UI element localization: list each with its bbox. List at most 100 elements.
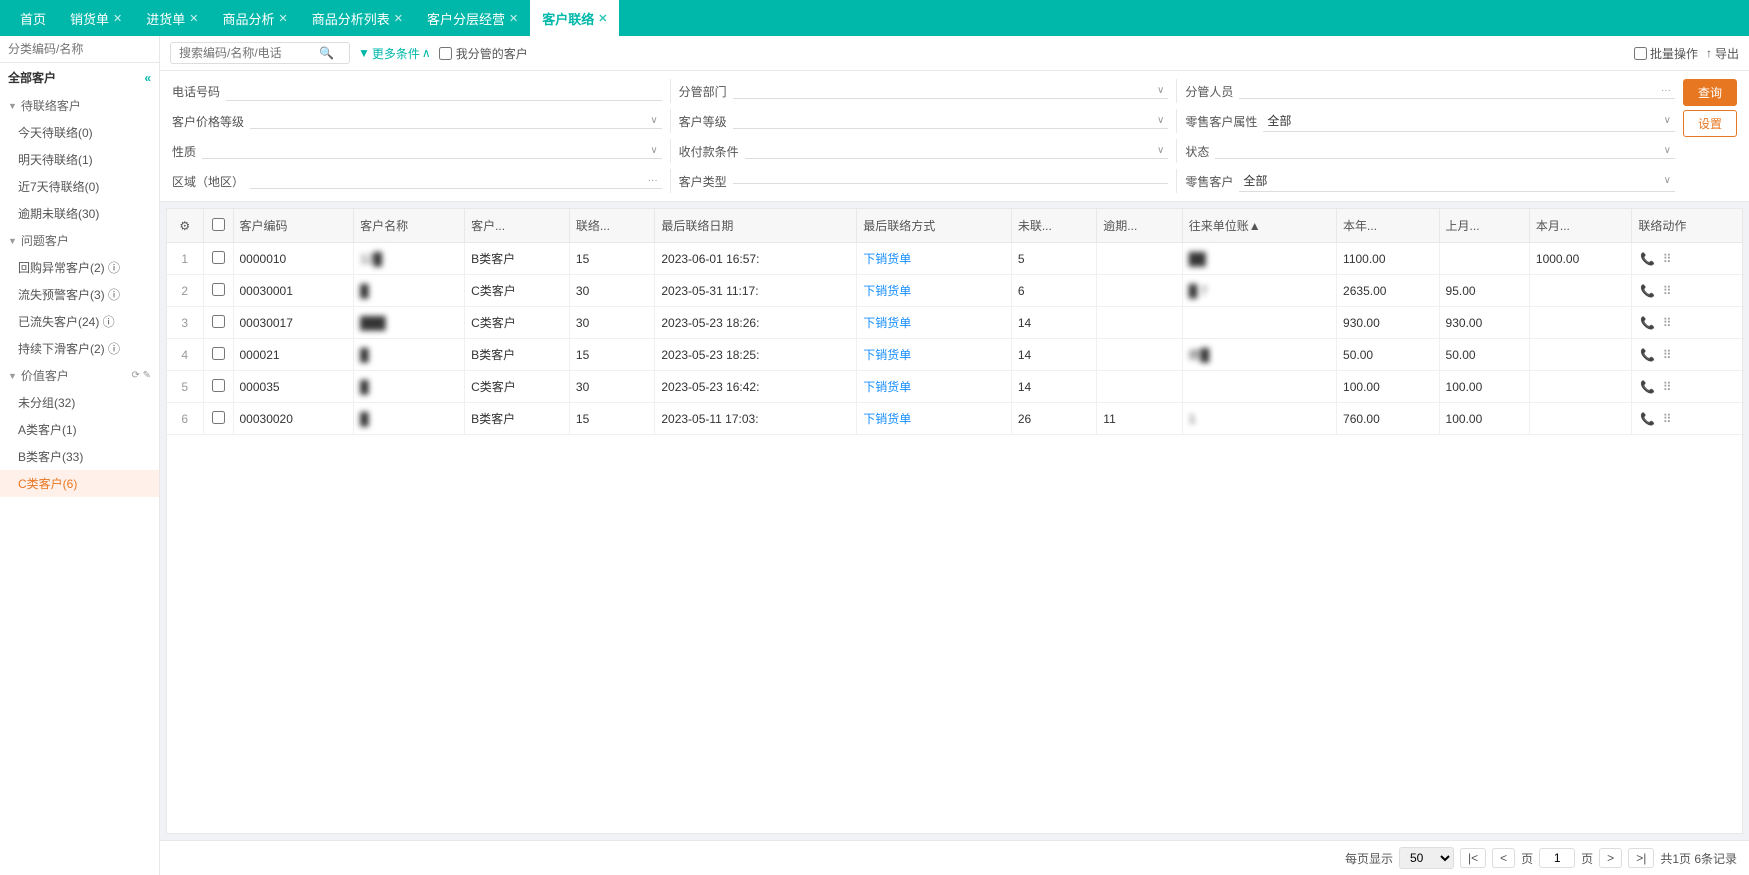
cell-last-month: 930.00 bbox=[1439, 307, 1529, 339]
filter-dept-select[interactable]: ∨ bbox=[733, 83, 1169, 99]
filter-person-select[interactable]: ··· bbox=[1239, 83, 1675, 99]
filter-status-select[interactable]: ∨ bbox=[1215, 143, 1675, 159]
cell-account: █ 7 bbox=[1182, 275, 1336, 307]
search-input[interactable] bbox=[179, 46, 319, 60]
nav-customer-contact[interactable]: 客户联络 ✕ bbox=[530, 0, 619, 36]
nav-customer-contact-close[interactable]: ✕ bbox=[598, 12, 607, 25]
batch-op-btn[interactable]: 批量操作 bbox=[1634, 45, 1698, 62]
filter-price-level-select[interactable]: ∨ bbox=[250, 113, 662, 129]
export-btn[interactable]: ↑ 导出 bbox=[1706, 45, 1739, 62]
sidebar-item-unclassified[interactable]: 未分组(32) bbox=[0, 389, 159, 416]
price-level-arrow: ∨ bbox=[650, 115, 657, 126]
sidebar-item-class-a[interactable]: A类客户(1) bbox=[0, 416, 159, 443]
sidebar-all-customers[interactable]: 全部客户 « bbox=[0, 63, 159, 92]
action-phone-icon[interactable]: 📞 bbox=[1640, 252, 1655, 266]
sidebar-item-class-c[interactable]: C类客户(6) bbox=[0, 470, 159, 497]
filter-more-label: 更多条件 bbox=[372, 45, 420, 62]
filter-payment-select[interactable]: ∨ bbox=[745, 143, 1169, 159]
last-method-link[interactable]: 下销货单 bbox=[863, 284, 911, 298]
page-number-input[interactable] bbox=[1539, 848, 1575, 868]
nav-sales-close[interactable]: ✕ bbox=[113, 12, 122, 25]
sidebar-search-input[interactable] bbox=[8, 42, 160, 56]
sidebar-item-tomorrow[interactable]: 明天待联络(1) bbox=[0, 146, 159, 173]
filter-phone-input[interactable] bbox=[226, 82, 662, 101]
filter-customer-level-select[interactable]: ∨ bbox=[733, 113, 1169, 129]
settings-icon[interactable]: ⚙ bbox=[179, 219, 190, 233]
row-checkbox[interactable] bbox=[212, 379, 225, 392]
cell-last-month: 95.00 bbox=[1439, 275, 1529, 307]
first-page-btn[interactable]: |< bbox=[1460, 848, 1486, 868]
filter-retail-attr-select[interactable]: 全部 ∨ bbox=[1263, 110, 1675, 132]
sidebar-item-7days[interactable]: 近7天待联络(0) bbox=[0, 173, 159, 200]
per-page-select[interactable]: 50 100 200 bbox=[1399, 847, 1454, 869]
filter-region-select[interactable]: ··· bbox=[250, 173, 662, 189]
sidebar-group-value[interactable]: 价值客户 ⟳ ✎ bbox=[0, 362, 159, 389]
row-checkbox[interactable] bbox=[212, 347, 225, 360]
nav-purchase[interactable]: 进货单 ✕ bbox=[134, 0, 210, 36]
nav-home[interactable]: 首页 bbox=[8, 0, 58, 36]
action-grid-icon[interactable]: ⠿ bbox=[1663, 380, 1672, 394]
sidebar-value-icons[interactable]: ⟳ ✎ bbox=[131, 370, 151, 381]
filter-status-label: 状态 bbox=[1185, 143, 1209, 160]
action-phone-icon[interactable]: 📞 bbox=[1640, 316, 1655, 330]
filter-nature-select[interactable]: ∨ bbox=[202, 143, 662, 159]
nav-analysis[interactable]: 商品分析 ✕ bbox=[210, 0, 299, 36]
my-customers-checkbox[interactable] bbox=[439, 47, 452, 60]
next-page-btn[interactable]: > bbox=[1599, 848, 1622, 868]
prev-page-btn[interactable]: < bbox=[1492, 848, 1515, 868]
action-phone-icon[interactable]: 📞 bbox=[1640, 380, 1655, 394]
action-phone-icon[interactable]: 📞 bbox=[1640, 412, 1655, 426]
sidebar-item-declining[interactable]: 持续下滑客户(2) ⓘ bbox=[0, 335, 159, 362]
action-phone-icon[interactable]: 📞 bbox=[1640, 348, 1655, 362]
nav-customer-segment[interactable]: 客户分层经营 ✕ bbox=[415, 0, 530, 36]
action-grid-icon[interactable]: ⠿ bbox=[1663, 348, 1672, 362]
filter-retail-select[interactable]: 全部 ∨ bbox=[1239, 170, 1675, 192]
row-checkbox[interactable] bbox=[212, 411, 225, 424]
sidebar-item-lost[interactable]: 已流失客户(24) ⓘ bbox=[0, 308, 159, 335]
last-page-btn[interactable]: >| bbox=[1628, 848, 1654, 868]
th-settings[interactable]: ⚙ bbox=[167, 209, 203, 243]
nav-customer-segment-close[interactable]: ✕ bbox=[509, 12, 518, 25]
settings-button[interactable]: 设置 bbox=[1683, 110, 1737, 137]
last-method-link[interactable]: 下销货单 bbox=[863, 348, 911, 362]
sidebar-collapse-icon[interactable]: « bbox=[144, 71, 151, 85]
sidebar-item-today[interactable]: 今天待联络(0) bbox=[0, 119, 159, 146]
action-grid-icon[interactable]: ⠿ bbox=[1663, 252, 1672, 266]
cell-last-date: 2023-06-01 16:57: bbox=[655, 243, 857, 275]
batch-op-checkbox[interactable] bbox=[1634, 47, 1647, 60]
sidebar-item-class-b[interactable]: B类客户(33) bbox=[0, 443, 159, 470]
filter-customer-type-select[interactable] bbox=[733, 179, 1169, 184]
sidebar-group-problem[interactable]: 问题客户 bbox=[0, 227, 159, 254]
row-checkbox[interactable] bbox=[212, 251, 225, 264]
last-method-link[interactable]: 下销货单 bbox=[863, 316, 911, 330]
sidebar-item-overdue[interactable]: 逾期未联络(30) bbox=[0, 200, 159, 227]
cell-last-date: 2023-05-23 16:42: bbox=[655, 371, 857, 403]
cell-last-method: 下销货单 bbox=[857, 339, 1012, 371]
nav-purchase-close[interactable]: ✕ bbox=[189, 12, 198, 25]
sidebar-group-pending[interactable]: 待联络客户 bbox=[0, 92, 159, 119]
cell-last-month bbox=[1439, 243, 1529, 275]
th-this-year-label: 本年... bbox=[1343, 219, 1377, 233]
last-method-link[interactable]: 下销货单 bbox=[863, 380, 911, 394]
nav-analysis-list[interactable]: 商品分析列表 ✕ bbox=[300, 0, 415, 36]
cell-this-year: 50.00 bbox=[1337, 339, 1440, 371]
action-grid-icon[interactable]: ⠿ bbox=[1663, 412, 1672, 426]
cell-not-contacted: 26 bbox=[1011, 403, 1096, 435]
nav-analysis-close[interactable]: ✕ bbox=[279, 12, 288, 25]
filter-more-btn[interactable]: ▼ 更多条件 ∧ bbox=[358, 45, 431, 62]
action-grid-icon[interactable]: ⠿ bbox=[1663, 316, 1672, 330]
action-grid-icon[interactable]: ⠿ bbox=[1663, 284, 1672, 298]
search-icon[interactable]: 🔍 bbox=[319, 46, 334, 60]
last-method-link[interactable]: 下销货单 bbox=[863, 412, 911, 426]
row-checkbox[interactable] bbox=[212, 283, 225, 296]
row-checkbox[interactable] bbox=[212, 315, 225, 328]
nav-analysis-list-close[interactable]: ✕ bbox=[394, 12, 403, 25]
nav-sales[interactable]: 销货单 ✕ bbox=[58, 0, 134, 36]
last-method-link[interactable]: 下销货单 bbox=[863, 252, 911, 266]
sidebar-item-abnormal[interactable]: 回购异常客户(2) ⓘ bbox=[0, 254, 159, 281]
query-button[interactable]: 查询 bbox=[1683, 79, 1737, 106]
action-phone-icon[interactable]: 📞 bbox=[1640, 284, 1655, 298]
select-all-checkbox[interactable] bbox=[212, 218, 225, 231]
sidebar-item-warning[interactable]: 流失预警客户(3) ⓘ bbox=[0, 281, 159, 308]
my-customers-checkbox-label[interactable]: 我分管的客户 bbox=[439, 45, 528, 62]
